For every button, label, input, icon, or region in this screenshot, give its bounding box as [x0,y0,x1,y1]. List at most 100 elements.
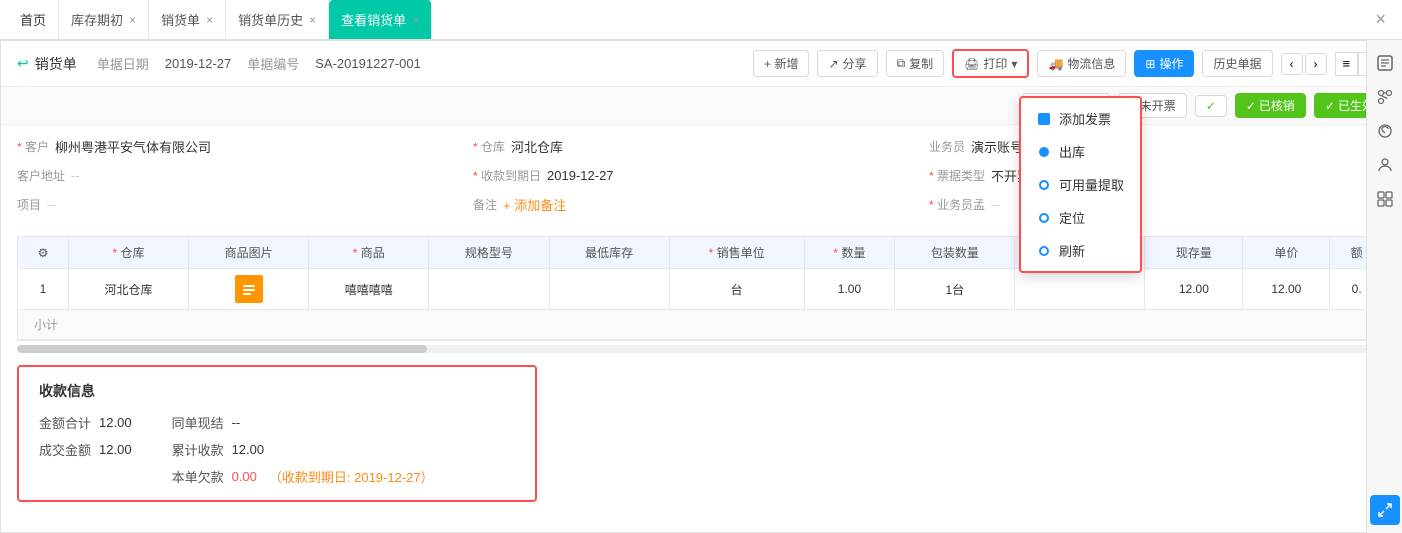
meta-date-label: 单据日期 [97,54,149,73]
form-area: 客户 柳州粤港平安气体有限公司 仓库 河北仓库 业务员 演示账号 客户地址 --… [1,125,1401,236]
payment-rows: 金额合计 12.00 成交金额 12.00 同单现结 -- 累计收款 12.00 [39,413,515,486]
col-product-img: 商品图片 [189,237,309,269]
table-header: ⚙ 仓库 商品图片 商品 规格型号 最低库存 销售单位 数量 包装数量 可用量 … [18,237,1384,269]
operation-button[interactable]: ⊞ 操作 [1134,50,1194,77]
confirm-button[interactable]: ✓ [1195,95,1227,117]
cell-qty: 1.00 [804,269,895,310]
grid-icon: ⊞ [1145,57,1155,71]
project-label: 项目 [17,196,41,213]
balance-extra: （收款到期日: 2019-12-27） [269,467,434,486]
note-field: 备注 + 添加备注 [473,195,929,214]
tab-home[interactable]: 首页 [8,0,59,39]
dropdown-item-locate[interactable]: 定位 [1021,201,1140,234]
cell-current-stock: 12.00 [1145,269,1243,310]
effective-check-icon: ✓ [1325,99,1335,113]
col-settings[interactable]: ⚙ [18,237,68,269]
project-field: 项目 -- [17,196,473,213]
cell-min-stock [549,269,669,310]
salesperson-value: 演示账号 [971,137,1023,156]
warehouse-value: 河北仓库 [511,137,563,156]
col-pack-qty: 包装数量 [895,237,1015,269]
col-min-stock: 最低库存 [549,237,669,269]
address-field: 客户地址 -- [17,167,473,184]
sidebar-icon-4[interactable] [1370,150,1400,180]
balance-value: 0.00 [232,469,257,484]
sidebar-icon-2[interactable] [1370,82,1400,112]
horizontal-scrollbar[interactable] [17,345,1385,353]
new-button[interactable]: + 新增 [753,50,809,77]
invoice-type-field: 票据类型 不开票 [929,166,1385,185]
doc-title: 销货单 [35,54,77,74]
customer-field: 客户 柳州粤港平安气体有限公司 [17,137,473,156]
add-invoice-label: 添加发票 [1059,109,1111,128]
next-button[interactable]: › [1305,53,1327,75]
prev-button[interactable]: ‹ [1281,53,1303,75]
sidebar-icon-3[interactable] [1370,116,1400,146]
tab-sales-history[interactable]: 销货单历史 × [226,0,329,39]
salesperson2-label: 业务员孟 [929,196,985,213]
close-tab-inventory[interactable]: × [129,13,136,27]
print-button[interactable]: 🖨 打印 ▾ [952,49,1029,78]
balance-label: 本单欠款 [172,467,224,486]
form-row-3: 项目 -- 备注 + 添加备注 业务员孟 -- [17,195,1385,214]
window-close-button[interactable]: × [1367,9,1394,30]
dropdown-item-refresh[interactable]: 刷新 [1021,234,1140,267]
print-icon: 🖨 [964,57,979,71]
list-view-button[interactable]: ≡ [1335,52,1359,76]
cell-available [1015,269,1145,310]
total-label: 金额合计 [39,413,91,432]
print-dropdown-icon: ▾ [1011,57,1017,71]
add-note-button[interactable]: + 添加备注 [503,195,566,214]
meta-no-value: SA-20191227-001 [315,56,421,71]
subtotal-row: 小计 [18,310,1384,340]
order-balance-item: 本单欠款 0.00 （收款到期日: 2019-12-27） [172,467,434,486]
copy-icon: ⧉ [897,56,906,71]
check-circle-icon: ✓ [1246,99,1256,113]
payment-deal-item: 成交金额 12.00 [39,440,132,459]
sub-toolbar: 📱 来自手机 未开票 ✓ ✓ 已核销 ✓ 已生效 [1,87,1401,125]
form-row-2: 客户地址 -- 收款到期日 2019-12-27 票据类型 不开票 [17,166,1385,185]
close-tab-sales-history[interactable]: × [309,13,316,27]
close-tab-sales-order[interactable]: × [206,13,213,27]
already-voided-button[interactable]: ✓ 已核销 [1235,93,1306,118]
sidebar-icon-5[interactable] [1370,184,1400,214]
payment-title: 收款信息 [39,381,515,401]
col-qty: 数量 [804,237,895,269]
tab-sales-order[interactable]: 销货单 × [149,0,226,39]
available-qty-icon [1037,178,1051,192]
share-button[interactable]: ↗ 分享 [817,50,877,77]
deal-label: 成交金额 [39,440,91,459]
customer-value: 柳州粤港平安气体有限公司 [55,137,211,156]
dropdown-item-available-qty[interactable]: 可用量提取 [1021,168,1140,201]
cell-warehouse: 河北仓库 [68,269,188,310]
tab-view-sales[interactable]: 查看销货单 × [329,0,432,39]
tab-inventory-init[interactable]: 库存期初 × [59,0,149,39]
refresh-icon [1037,244,1051,258]
dropdown-item-outbound[interactable]: 出库 [1021,135,1140,168]
history-button[interactable]: 历史单据 [1202,50,1272,77]
address-label: 客户地址 [17,167,65,184]
accumulated-receipt-item: 累计收款 12.00 [172,440,434,459]
data-table-wrap: ⚙ 仓库 商品图片 商品 规格型号 最低库存 销售单位 数量 包装数量 可用量 … [17,236,1385,341]
tab-bar: 首页 库存期初 × 销货单 × 销货单历史 × 查看销货单 × × [0,0,1402,40]
due-date-value: 2019-12-27 [547,168,614,183]
truck-icon: 🚚 [1048,57,1063,71]
cell-product-img [189,269,309,310]
copy-button[interactable]: ⧉ 复制 [886,50,945,77]
same-order-value: -- [232,415,241,430]
accumulated-label: 累计收款 [172,440,224,459]
logistics-button[interactable]: 🚚 物流信息 [1037,50,1126,77]
close-tab-view-sales[interactable]: × [412,13,419,27]
form-row-1: 客户 柳州粤港平安气体有限公司 仓库 河北仓库 业务员 演示账号 [17,137,1385,156]
sidebar-icon-1[interactable] [1370,48,1400,78]
check-icon: ✓ [1206,99,1216,113]
dropdown-item-add-invoice[interactable]: 添加发票 [1021,102,1140,135]
salesperson-label: 业务员 [929,138,965,155]
col-spec: 规格型号 [429,237,549,269]
same-order-settle-item: 同单现结 -- [172,413,434,432]
sidebar-icon-expand[interactable] [1370,495,1400,525]
warehouse-field: 仓库 河北仓库 [473,137,929,156]
project-value: -- [47,197,56,212]
total-value: 12.00 [99,415,132,430]
sales-table: ⚙ 仓库 商品图片 商品 规格型号 最低库存 销售单位 数量 包装数量 可用量 … [18,237,1384,340]
